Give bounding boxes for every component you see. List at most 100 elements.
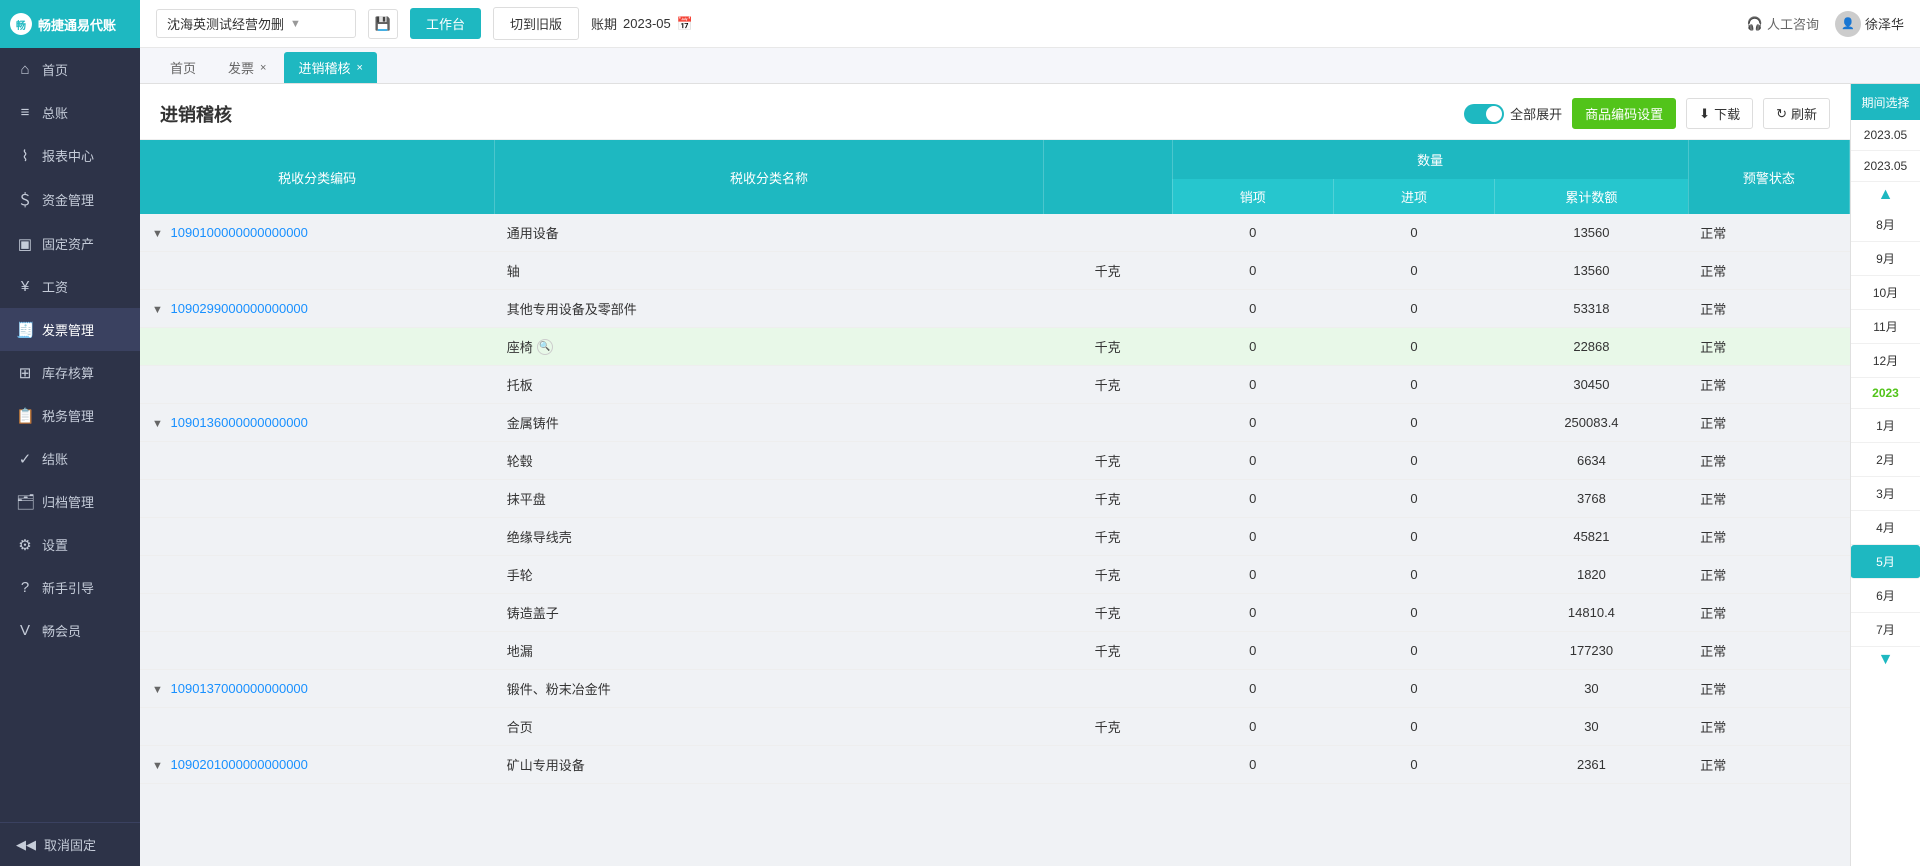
tab-home[interactable]: 首页 xyxy=(156,52,210,83)
tax-name-cell: 抹平盘 xyxy=(495,480,1043,518)
xiao-cell: 0 xyxy=(1172,328,1333,366)
scroll-up-btn[interactable]: ▲ xyxy=(1851,182,1920,208)
jin-cell: 0 xyxy=(1333,632,1494,670)
xiao-cell: 0 xyxy=(1172,480,1333,518)
jin-cell: 0 xyxy=(1333,708,1494,746)
period-item-1[interactable]: 2023.05 xyxy=(1851,151,1920,182)
toggle-track[interactable] xyxy=(1464,104,1504,124)
refresh-btn[interactable]: ↻ 刷新 xyxy=(1763,98,1830,129)
sidebar-item-ledger[interactable]: ≡ 总账 xyxy=(0,91,140,134)
tab-reconcile[interactable]: 进销稽核 × xyxy=(284,52,376,83)
th-tax-name: 税收分类名称 xyxy=(495,140,1043,214)
expand-icon[interactable]: ▼ xyxy=(152,304,163,316)
sidebar-item-inventory[interactable]: ⊞ 库存核算 xyxy=(0,351,140,394)
total-cell: 53318 xyxy=(1495,290,1689,328)
sidebar-item-assets[interactable]: ▣ 固定资产 xyxy=(0,222,140,265)
jin-cell: 0 xyxy=(1333,746,1494,784)
expand-all-toggle[interactable]: 全部展开 xyxy=(1464,104,1562,124)
period-value: 2023-05 xyxy=(623,16,671,31)
sidebar-item-funds[interactable]: ＄ 资金管理 xyxy=(0,177,140,222)
help-button[interactable]: 🎧 人工咨询 xyxy=(1747,14,1819,33)
month-3[interactable]: 3月 xyxy=(1851,477,1920,511)
table-row xyxy=(140,480,495,518)
tab-invoice-close[interactable]: × xyxy=(260,62,266,74)
sidebar-item-reports[interactable]: ⌇ 报表中心 xyxy=(0,134,140,177)
save-button[interactable]: 💾 xyxy=(368,9,398,39)
ledger-icon: ≡ xyxy=(16,104,34,121)
jin-cell: 0 xyxy=(1333,670,1494,708)
user-menu[interactable]: 👤 徐泽华 xyxy=(1835,11,1904,37)
sidebar-item-label: 发票管理 xyxy=(42,320,94,339)
tab-reconcile-label: 进销稽核 xyxy=(298,58,350,77)
month-12[interactable]: 12月 xyxy=(1851,344,1920,378)
table-row xyxy=(140,518,495,556)
status-cell: 正常 xyxy=(1688,632,1849,670)
expand-icon[interactable]: ▼ xyxy=(152,684,163,696)
tax-name-cell: 合页 xyxy=(495,708,1043,746)
jin-cell: 0 xyxy=(1333,328,1494,366)
sidebar-item-guide[interactable]: ? 新手引导 xyxy=(0,566,140,609)
month-8[interactable]: 8月 xyxy=(1851,208,1920,242)
sidebar-item-checkout[interactable]: ✓ 结账 xyxy=(0,437,140,480)
sidebar-item-archive[interactable]: 🗂 归档管理 xyxy=(0,480,140,523)
search-icon[interactable]: 🔍 xyxy=(537,339,553,355)
period-label: 账期 xyxy=(591,14,617,33)
app-logo: 畅 畅捷通易代账 xyxy=(0,0,140,48)
month-5[interactable]: 5月 xyxy=(1851,545,1920,579)
period-selector-header[interactable]: 期间选择 xyxy=(1851,84,1920,120)
sidebar-item-label: 设置 xyxy=(42,535,68,554)
month-7[interactable]: 7月 xyxy=(1851,613,1920,647)
th-jin: 进项 xyxy=(1333,179,1494,214)
product-code-btn[interactable]: 商品编码设置 xyxy=(1572,98,1676,129)
sidebar-item-label: 首页 xyxy=(42,60,68,79)
expand-icon[interactable]: ▼ xyxy=(152,418,163,430)
assets-icon: ▣ xyxy=(16,235,34,253)
jin-cell: 0 xyxy=(1333,442,1494,480)
sidebar-item-settings[interactable]: ⚙ 设置 xyxy=(0,523,140,566)
status-cell: 正常 xyxy=(1688,214,1849,252)
month-9[interactable]: 9月 xyxy=(1851,242,1920,276)
scroll-down-btn[interactable]: ▼ xyxy=(1851,647,1920,673)
tab-invoice[interactable]: 发票 × xyxy=(214,52,280,83)
sidebar-item-label: 固定资产 xyxy=(42,234,94,253)
sidebar-item-invoice[interactable]: 🧾 发票管理 xyxy=(0,308,140,351)
jin-cell: 0 xyxy=(1333,404,1494,442)
sidebar-item-label: 资金管理 xyxy=(42,190,94,209)
total-cell: 1820 xyxy=(1495,556,1689,594)
right-panel: 期间选择 2023.05 2023.05 ▲ 8月 9月 10月 11月 12月… xyxy=(1850,84,1920,866)
month-2[interactable]: 2月 xyxy=(1851,443,1920,477)
month-4[interactable]: 4月 xyxy=(1851,511,1920,545)
table-row: ▼ 1090136000000000000 xyxy=(140,404,495,442)
month-1[interactable]: 1月 xyxy=(1851,409,1920,443)
download-btn[interactable]: ⬇ 下载 xyxy=(1686,98,1753,129)
status-cell: 正常 xyxy=(1688,480,1849,518)
xiao-cell: 0 xyxy=(1172,442,1333,480)
period-item-0[interactable]: 2023.05 xyxy=(1851,120,1920,151)
unit-cell xyxy=(1043,290,1172,328)
sidebar-item-tax[interactable]: 📋 税务管理 xyxy=(0,394,140,437)
sidebar-item-payroll[interactable]: ¥ 工资 xyxy=(0,265,140,308)
expand-icon[interactable]: ▼ xyxy=(152,760,163,772)
month-6[interactable]: 6月 xyxy=(1851,579,1920,613)
unit-cell: 千克 xyxy=(1043,366,1172,404)
workbench-button[interactable]: 工作台 xyxy=(410,8,481,39)
total-cell: 45821 xyxy=(1495,518,1689,556)
expand-icon[interactable]: ▼ xyxy=(152,228,163,240)
month-11[interactable]: 11月 xyxy=(1851,310,1920,344)
xiao-cell: 0 xyxy=(1172,290,1333,328)
sidebar-item-home[interactable]: ⌂ 首页 xyxy=(0,48,140,91)
month-10[interactable]: 10月 xyxy=(1851,276,1920,310)
status-cell: 正常 xyxy=(1688,556,1849,594)
calendar-icon[interactable]: 📅 xyxy=(677,16,693,32)
status-cell: 正常 xyxy=(1688,442,1849,480)
switch-version-button[interactable]: 切到旧版 xyxy=(493,7,579,40)
table-row xyxy=(140,442,495,480)
company-selector[interactable]: 沈海英测试经营勿删 ▼ xyxy=(156,9,356,38)
tax-icon: 📋 xyxy=(16,407,34,425)
sidebar-unpin-button[interactable]: ◀◀ 取消固定 xyxy=(0,822,140,866)
tab-invoice-label: 发票 xyxy=(228,58,254,77)
jin-cell: 0 xyxy=(1333,366,1494,404)
logo-icon: 畅 xyxy=(10,13,32,35)
sidebar-item-vip[interactable]: V 畅会员 xyxy=(0,609,140,652)
tab-reconcile-close[interactable]: × xyxy=(356,62,362,74)
